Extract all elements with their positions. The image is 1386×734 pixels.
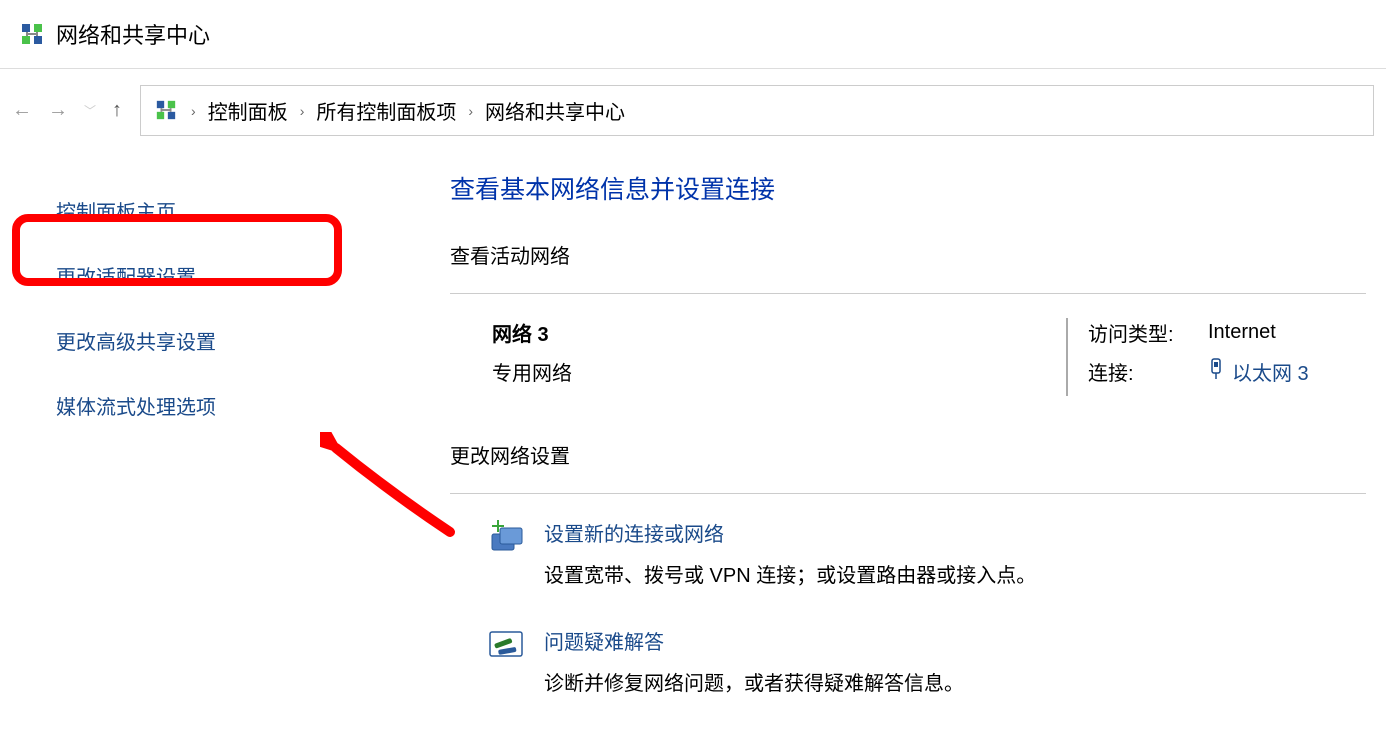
change-settings-section: 更改网络设置 设置新的连接或网络 设置宽带、拨号或 VPN 连接；或设置路由器或… xyxy=(450,440,1366,696)
divider xyxy=(450,293,1366,294)
breadcrumb[interactable]: › 控制面板 › 所有控制面板项 › 网络和共享中心 xyxy=(140,85,1374,136)
main-panel: 查看基本网络信息并设置连接 查看活动网络 网络 3 专用网络 访问类型: Int… xyxy=(360,152,1386,734)
network-info: 网络 3 专用网络 xyxy=(492,318,1066,396)
page-heading: 查看基本网络信息并设置连接 xyxy=(450,170,1366,206)
sidebar-item-home[interactable]: 控制面板主页 xyxy=(56,192,360,229)
content-area: 控制面板主页 更改适配器设置 更改高级共享设置 媒体流式处理选项 查看基本网络信… xyxy=(0,152,1386,734)
access-type-label: 访问类型: xyxy=(1088,318,1208,347)
sidebar-item-adapter-settings[interactable]: 更改适配器设置 xyxy=(56,257,360,294)
sidebar-item-media-streaming[interactable]: 媒体流式处理选项 xyxy=(56,387,360,424)
troubleshoot-link[interactable]: 问题疑难解答 xyxy=(544,626,964,655)
troubleshoot-icon xyxy=(486,626,526,666)
chevron-right-icon: › xyxy=(468,103,473,119)
nav-arrows: ← → ﹀ ↑ xyxy=(12,99,122,122)
setup-connection-desc: 设置宽带、拨号或 VPN 连接；或设置路由器或接入点。 xyxy=(544,559,1036,588)
sidebar: 控制面板主页 更改适配器设置 更改高级共享设置 媒体流式处理选项 xyxy=(0,152,360,734)
active-networks-label: 查看活动网络 xyxy=(450,240,1366,269)
chevron-right-icon: › xyxy=(300,103,305,119)
network-name: 网络 3 xyxy=(492,318,1036,347)
up-button[interactable]: ↑ xyxy=(112,99,122,122)
navbar: ← → ﹀ ↑ › 控制面板 › 所有控制面板项 › 网络和共享中心 xyxy=(0,69,1386,152)
breadcrumb-item[interactable]: 网络和共享中心 xyxy=(485,96,625,125)
settings-item-troubleshoot: 问题疑难解答 诊断并修复网络问题，或者获得疑难解答信息。 xyxy=(486,626,1366,696)
history-dropdown-icon[interactable]: ﹀ xyxy=(84,102,96,119)
network-center-icon xyxy=(20,22,44,46)
settings-item-setup: 设置新的连接或网络 设置宽带、拨号或 VPN 连接；或设置路由器或接入点。 xyxy=(486,518,1366,588)
connection-link[interactable]: 以太网 3 xyxy=(1208,357,1309,386)
setup-connection-link[interactable]: 设置新的连接或网络 xyxy=(544,518,1036,547)
network-block: 网络 3 专用网络 访问类型: Internet 连接: xyxy=(492,318,1366,396)
connection-value: 以太网 3 xyxy=(1232,357,1309,386)
back-button[interactable]: ← xyxy=(12,99,32,122)
forward-button[interactable]: → xyxy=(48,99,68,122)
access-type-value: Internet xyxy=(1208,321,1276,344)
network-type: 专用网络 xyxy=(492,357,1036,386)
sidebar-item-advanced-sharing[interactable]: 更改高级共享设置 xyxy=(56,322,360,359)
window-title: 网络和共享中心 xyxy=(56,18,210,50)
chevron-right-icon: › xyxy=(191,103,196,119)
setup-connection-icon xyxy=(486,518,526,558)
breadcrumb-item[interactable]: 控制面板 xyxy=(208,96,288,125)
ethernet-icon xyxy=(1208,358,1224,386)
divider xyxy=(450,493,1366,494)
network-details: 访问类型: Internet 连接: 以太网 3 xyxy=(1066,318,1366,396)
change-settings-label: 更改网络设置 xyxy=(450,440,1366,469)
titlebar: 网络和共享中心 xyxy=(0,0,1386,69)
connection-label: 连接: xyxy=(1088,357,1208,386)
troubleshoot-desc: 诊断并修复网络问题，或者获得疑难解答信息。 xyxy=(544,667,964,696)
breadcrumb-item[interactable]: 所有控制面板项 xyxy=(316,96,456,125)
breadcrumb-icon xyxy=(155,99,179,123)
